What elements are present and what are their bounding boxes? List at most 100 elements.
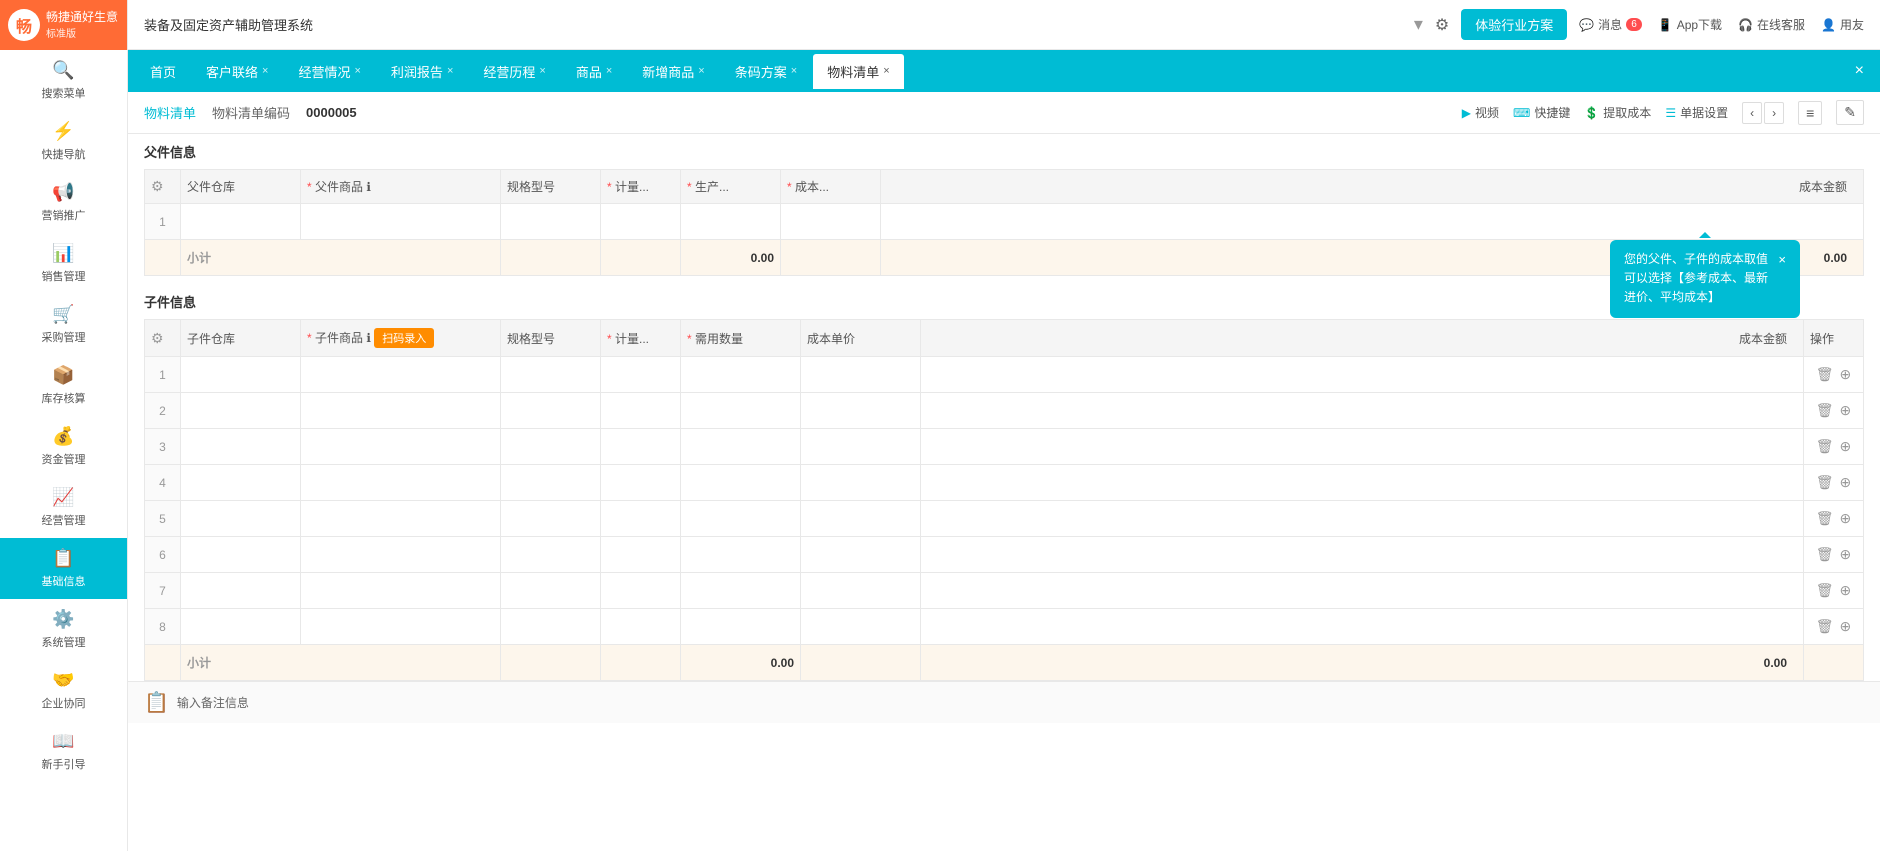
gear-icon[interactable]: ⚙ (1435, 15, 1449, 35)
tab-operation-close[interactable]: × (354, 65, 360, 77)
delete-icon-7[interactable]: 🗑 (1816, 582, 1834, 599)
breadcrumb-parent[interactable]: 物料清单 (144, 103, 196, 122)
child-product-3[interactable] (301, 429, 501, 465)
delete-icon-8[interactable]: 🗑 (1816, 618, 1834, 635)
nav-edit-btn[interactable]: ✎ (1836, 100, 1864, 125)
parent-unit-1[interactable] (601, 204, 681, 240)
child-product-1[interactable] (301, 357, 501, 393)
sidebar-item-management[interactable]: 📈 经营管理 (0, 477, 127, 538)
child-warehouse-6[interactable] (181, 537, 301, 573)
toolbar-single-settings[interactable]: ☰ 单据设置 (1665, 104, 1728, 121)
copy-icon-3[interactable]: ⊕ (1840, 438, 1852, 455)
child-warehouse-1[interactable] (181, 357, 301, 393)
toolbar-extract-cost[interactable]: 💲 提取成本 (1584, 104, 1651, 121)
sidebar-item-marketing[interactable]: 📢 营销推广 (0, 172, 127, 233)
tab-bom-close[interactable]: × (883, 65, 889, 77)
parent-spec-1[interactable] (501, 204, 601, 240)
child-unit-2[interactable] (601, 393, 681, 429)
child-spec-7[interactable] (501, 573, 601, 609)
tab-history-close[interactable]: × (539, 65, 545, 77)
sidebar-item-sales[interactable]: 📊 销售管理 (0, 233, 127, 294)
nav-close-all[interactable]: × (1847, 58, 1872, 84)
delete-icon-6[interactable]: 🗑 (1816, 546, 1834, 563)
copy-icon-7[interactable]: ⊕ (1840, 582, 1852, 599)
child-warehouse-7[interactable] (181, 573, 301, 609)
sidebar-item-finance[interactable]: 💰 资金管理 (0, 416, 127, 477)
child-spec-3[interactable] (501, 429, 601, 465)
copy-icon-5[interactable]: ⊕ (1840, 510, 1852, 527)
child-spec-2[interactable] (501, 393, 601, 429)
nav-next-btn[interactable]: › (1764, 102, 1784, 124)
sidebar-item-enterprise[interactable]: 🤝 企业协同 (0, 660, 127, 721)
child-unit-5[interactable] (601, 501, 681, 537)
child-warehouse-8[interactable] (181, 609, 301, 645)
child-qty-4[interactable] (681, 465, 801, 501)
delete-icon-3[interactable]: 🗑 (1816, 438, 1834, 455)
sidebar-item-quicknav[interactable]: ⚡ 快捷导航 (0, 111, 127, 172)
app-download-item[interactable]: 📱 App下载 (1658, 16, 1722, 33)
child-price-8[interactable] (801, 609, 921, 645)
child-spec-8[interactable] (501, 609, 601, 645)
copy-icon-4[interactable]: ⊕ (1840, 474, 1852, 491)
note-text[interactable]: 输入备注信息 (177, 694, 249, 711)
copy-icon-1[interactable]: ⊕ (1840, 366, 1852, 383)
toolbar-shortcut[interactable]: ⌨ 快捷键 (1513, 104, 1570, 121)
child-price-2[interactable] (801, 393, 921, 429)
child-unit-8[interactable] (601, 609, 681, 645)
child-price-4[interactable] (801, 465, 921, 501)
tab-barcode-close[interactable]: × (791, 65, 797, 77)
online-service-item[interactable]: 🎧 在线客服 (1738, 16, 1805, 33)
child-price-1[interactable] (801, 357, 921, 393)
child-spec-6[interactable] (501, 537, 601, 573)
experience-btn[interactable]: 体验行业方案 (1461, 9, 1567, 40)
sidebar-item-purchase[interactable]: 🛒 采购管理 (0, 294, 127, 355)
child-spec-1[interactable] (501, 357, 601, 393)
child-unit-1[interactable] (601, 357, 681, 393)
sidebar-item-basicinfo[interactable]: 📋 基础信息 (0, 538, 127, 599)
parent-warehouse-1[interactable] (181, 204, 301, 240)
dropdown-icon[interactable]: ▾ (1414, 14, 1423, 35)
user-item[interactable]: 👤 用友 (1821, 16, 1864, 33)
delete-icon-4[interactable]: 🗑 (1816, 474, 1834, 491)
tab-profit-close[interactable]: × (447, 65, 453, 77)
child-price-7[interactable] (801, 573, 921, 609)
delete-icon-1[interactable]: 🗑 (1816, 366, 1834, 383)
child-unit-6[interactable] (601, 537, 681, 573)
child-warehouse-2[interactable] (181, 393, 301, 429)
child-qty-6[interactable] (681, 537, 801, 573)
child-unit-3[interactable] (601, 429, 681, 465)
child-spec-4[interactable] (501, 465, 601, 501)
child-product-4[interactable] (301, 465, 501, 501)
tooltip-close[interactable]: × (1778, 250, 1786, 271)
tab-customer-close[interactable]: × (262, 65, 268, 77)
sidebar-item-guide[interactable]: 📖 新手引导 (0, 721, 127, 782)
copy-icon-2[interactable]: ⊕ (1840, 402, 1852, 419)
tab-operation[interactable]: 经营情况 × (284, 54, 374, 89)
child-qty-8[interactable] (681, 609, 801, 645)
delete-icon-2[interactable]: 🗑 (1816, 402, 1834, 419)
sidebar-item-search[interactable]: 🔍 搜索菜单 (0, 50, 127, 111)
copy-icon-8[interactable]: ⊕ (1840, 618, 1852, 635)
parent-cost-1[interactable] (781, 204, 881, 240)
tab-home[interactable]: 首页 (136, 54, 190, 89)
child-warehouse-4[interactable] (181, 465, 301, 501)
tab-newgoods[interactable]: 新增商品 × (628, 54, 718, 89)
sidebar-item-system[interactable]: ⚙️ 系统管理 (0, 599, 127, 660)
child-qty-2[interactable] (681, 393, 801, 429)
child-product-2[interactable] (301, 393, 501, 429)
child-spec-5[interactable] (501, 501, 601, 537)
copy-icon-6[interactable]: ⊕ (1840, 546, 1852, 563)
child-warehouse-3[interactable] (181, 429, 301, 465)
child-product-8[interactable] (301, 609, 501, 645)
tab-profit[interactable]: 利润报告 × (377, 54, 467, 89)
child-product-6[interactable] (301, 537, 501, 573)
child-warehouse-5[interactable] (181, 501, 301, 537)
child-qty-5[interactable] (681, 501, 801, 537)
child-price-6[interactable] (801, 537, 921, 573)
delete-icon-5[interactable]: 🗑 (1816, 510, 1834, 527)
child-price-3[interactable] (801, 429, 921, 465)
tab-bom[interactable]: 物料清单 × (813, 54, 903, 89)
toolbar-view[interactable]: ▶ 视频 (1462, 104, 1499, 121)
child-qty-3[interactable] (681, 429, 801, 465)
parent-product-1[interactable] (301, 204, 501, 240)
